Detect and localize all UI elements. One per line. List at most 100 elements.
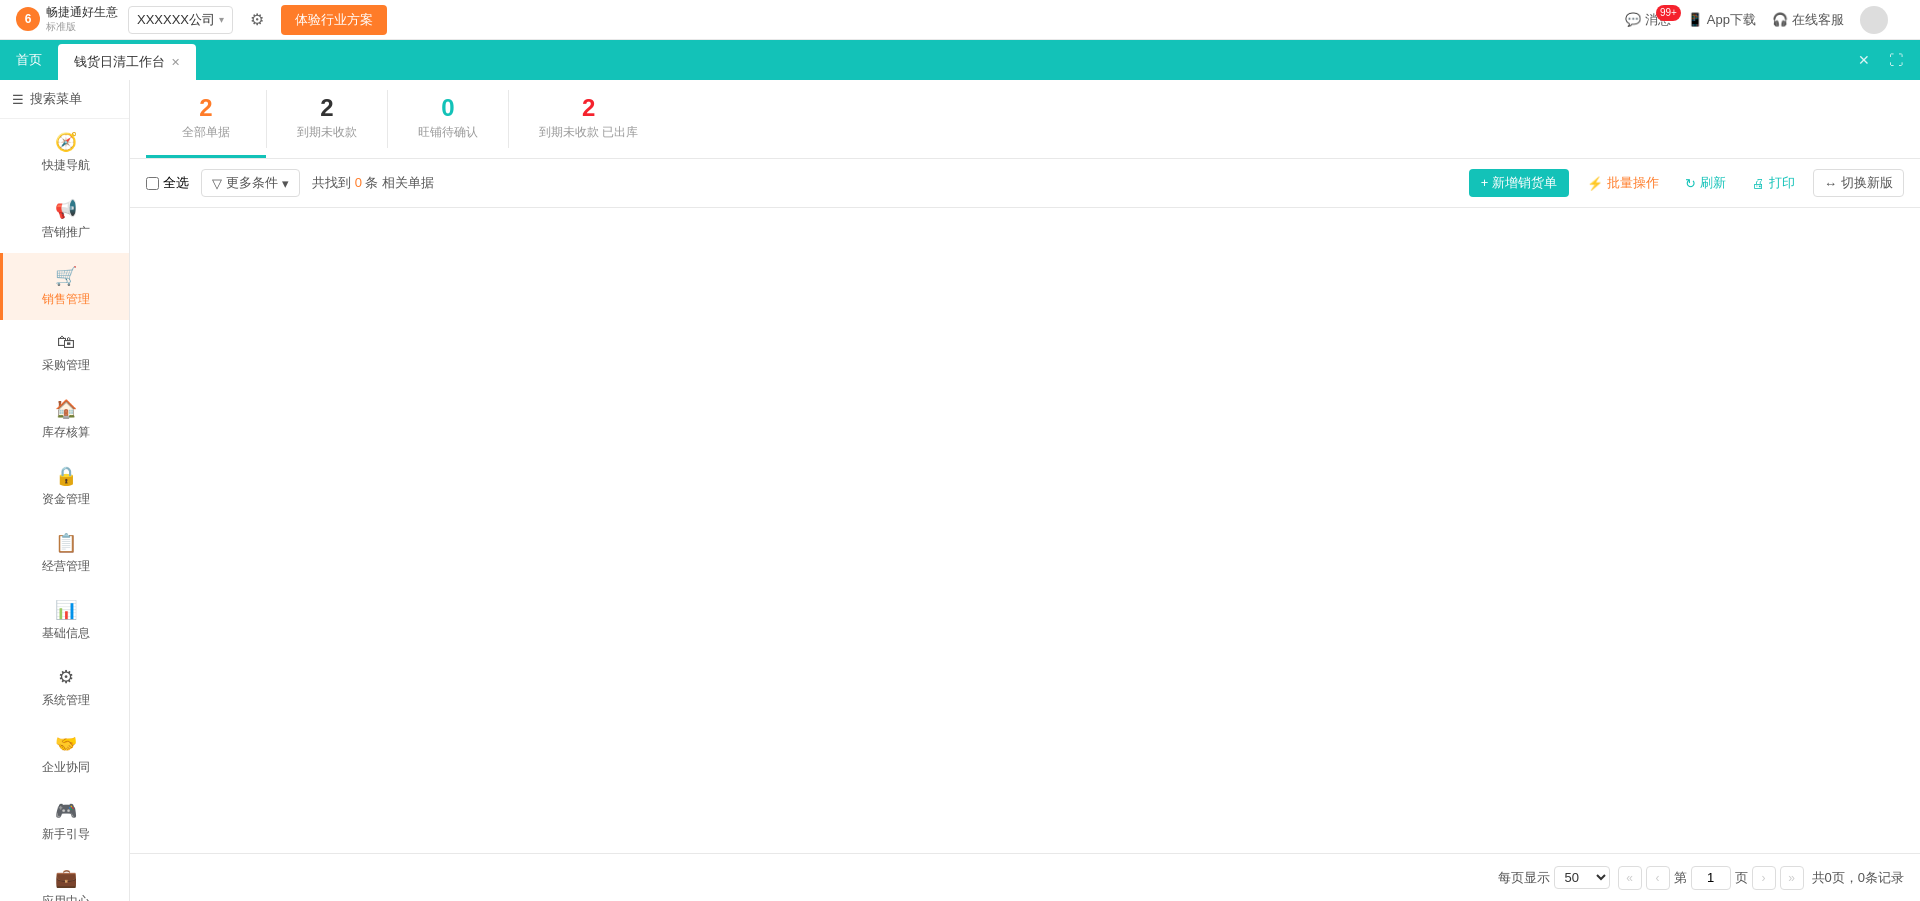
fullscreen-action[interactable]: ⛶ [1884, 48, 1908, 72]
message-btn[interactable]: 💬 消息 99+ [1625, 11, 1671, 29]
per-page-select[interactable]: 50 100 200 [1554, 866, 1610, 889]
top-bar: 6 畅捷通好生意 标准版 XXXXXX公司 ▾ ⚙ 体验行业方案 💬 消息 99… [0, 0, 1920, 40]
basic-info-icon: 📊 [55, 599, 77, 621]
overdue-label: 到期未收款 [297, 124, 357, 141]
operations-icon: 📋 [55, 532, 77, 554]
batch-ops-btn[interactable]: ⚡ 批量操作 [1579, 170, 1667, 196]
sales-label: 销售管理 [42, 291, 90, 308]
logo-text: 畅捷通好生意 [46, 5, 118, 19]
logo-sub: 标准版 [46, 20, 118, 34]
settings-button[interactable]: ⚙ [243, 6, 271, 34]
quick-nav-icon: 🧭 [55, 131, 77, 153]
sidebar-item-purchase[interactable]: 🛍 采购管理 [0, 320, 129, 386]
found-prefix: 共找到 [312, 175, 351, 190]
sidebar-item-marketing[interactable]: 📢 营销推广 [0, 186, 129, 253]
operations-label: 经营管理 [42, 558, 90, 575]
per-page-label: 每页显示 [1498, 869, 1550, 887]
refresh-label: 刷新 [1700, 174, 1726, 192]
home-tab-label: 首页 [16, 51, 42, 69]
page-input[interactable] [1691, 866, 1731, 890]
sidebar-item-basic-info[interactable]: 📊 基础信息 [0, 587, 129, 654]
company-name: XXXXXX公司 [137, 11, 215, 29]
sidebar-item-capital[interactable]: 🔒 资金管理 [0, 453, 129, 520]
refresh-btn[interactable]: ↻ 刷新 [1677, 170, 1734, 196]
all-count: 2 [199, 94, 212, 122]
new-sales-btn[interactable]: + 新增销货单 [1469, 169, 1569, 197]
search-menu-label: 搜索菜单 [30, 90, 82, 108]
summary-card-undelivered[interactable]: 2 到期未收款 已出库 [509, 80, 668, 158]
sales-icon: 🛒 [55, 265, 77, 287]
top-bar-left: 6 畅捷通好生意 标准版 XXXXXX公司 ▾ ⚙ 体验行业方案 [16, 5, 387, 35]
sidebar-item-quick-nav[interactable]: 🧭 快捷导航 [0, 119, 129, 186]
company-selector[interactable]: XXXXXX公司 ▾ [128, 6, 233, 34]
sidebar-item-enterprise-coop[interactable]: 🤝 企业协同 [0, 721, 129, 788]
undelivered-count: 2 [582, 94, 595, 122]
switch-version-btn[interactable]: ↔ 切换新版 [1813, 169, 1904, 197]
toolbar-right: + 新增销货单 ⚡ 批量操作 ↻ 刷新 🖨 打印 ↔ 切换新版 [1469, 169, 1904, 197]
inventory-label: 库存核算 [42, 424, 90, 441]
last-page-btn[interactable]: » [1780, 866, 1804, 890]
avatar[interactable] [1860, 6, 1888, 34]
search-icon: ☰ [12, 92, 24, 107]
found-suffix: 条 相关单据 [365, 175, 434, 190]
select-all-checkbox[interactable]: 全选 [146, 174, 189, 192]
system-label: 系统管理 [42, 692, 90, 709]
app-center-icon: 💼 [55, 867, 77, 889]
tab-bar-actions: ✕ ⛶ [1852, 48, 1920, 72]
tab-workbench[interactable]: 钱货日清工作台 ✕ [58, 44, 196, 80]
capital-label: 资金管理 [42, 491, 90, 508]
service-icon: 🎧 [1772, 12, 1788, 27]
online-service-btn[interactable]: 🎧 在线客服 [1772, 11, 1844, 29]
more-filters-btn[interactable]: ▽ 更多条件 ▾ [201, 169, 300, 197]
select-all-input[interactable] [146, 177, 159, 190]
sidebar-item-app-center[interactable]: 💼 应用中心 [0, 855, 129, 901]
page-label2: 页 [1735, 869, 1748, 887]
page-label: 第 [1674, 869, 1687, 887]
guide-icon: 🎮 [55, 800, 77, 822]
purchase-label: 采购管理 [42, 357, 90, 374]
search-menu-btn[interactable]: ☰ 搜索菜单 [0, 80, 129, 119]
trial-btn[interactable]: 体验行业方案 [281, 5, 387, 35]
app-download-label: App下载 [1707, 11, 1756, 29]
page-size-select: 每页显示 50 100 200 [1498, 866, 1610, 889]
guide-label: 新手引导 [42, 826, 90, 843]
main-layout: ☰ 搜索菜单 🧭 快捷导航 📢 营销推广 🛒 销售管理 🛍 采购管理 🏠 库存核… [0, 80, 1920, 901]
summary-card-all[interactable]: 2 全部单据 [146, 80, 266, 158]
total-info: 共0页，0条记录 [1812, 869, 1904, 887]
logo-area: 6 畅捷通好生意 标准版 [16, 5, 118, 33]
prev-page-btn[interactable]: ‹ [1646, 866, 1670, 890]
marketing-icon: 📢 [55, 198, 77, 220]
print-btn[interactable]: 🖨 打印 [1744, 170, 1803, 196]
marketing-label: 营销推广 [42, 224, 90, 241]
gear-icon: ⚙ [250, 10, 264, 29]
chevron-down-icon: ▾ [219, 14, 224, 25]
summary-cards: 2 全部单据 2 到期未收款 0 旺铺待确认 2 到期未收款 已出库 [130, 80, 1920, 159]
overdue-count: 2 [320, 94, 333, 122]
summary-card-wangpu[interactable]: 0 旺铺待确认 [388, 80, 508, 158]
sidebar-item-operations[interactable]: 📋 经营管理 [0, 520, 129, 587]
page-nav: « ‹ 第 页 › » [1618, 866, 1804, 890]
system-icon: ⚙ [58, 666, 74, 688]
tab-close-icon[interactable]: ✕ [171, 56, 180, 69]
summary-card-overdue[interactable]: 2 到期未收款 [267, 80, 387, 158]
first-page-btn[interactable]: « [1618, 866, 1642, 890]
capital-icon: 🔒 [55, 465, 77, 487]
download-icon: 📱 [1687, 12, 1703, 27]
message-icon: 💬 [1625, 12, 1641, 27]
app-center-label: 应用中心 [42, 893, 90, 901]
enterprise-coop-label: 企业协同 [42, 759, 90, 776]
sidebar-item-inventory[interactable]: 🏠 库存核算 [0, 386, 129, 453]
sidebar-item-guide[interactable]: 🎮 新手引导 [0, 788, 129, 855]
content-area: 2 全部单据 2 到期未收款 0 旺铺待确认 2 到期未收款 已出库 [130, 80, 1920, 901]
sidebar-item-system[interactable]: ⚙ 系统管理 [0, 654, 129, 721]
next-page-btn[interactable]: › [1752, 866, 1776, 890]
tab-home[interactable]: 首页 [0, 40, 58, 80]
sidebar-item-sales[interactable]: 🛒 销售管理 [0, 253, 129, 320]
quick-nav-label: 快捷导航 [42, 157, 90, 174]
refresh-icon: ↻ [1685, 176, 1696, 191]
app-download-btn[interactable]: 📱 App下载 [1687, 11, 1756, 29]
wangpu-count: 0 [441, 94, 454, 122]
close-tab-action[interactable]: ✕ [1852, 48, 1876, 72]
tab-bar: 首页 钱货日清工作台 ✕ ✕ ⛶ [0, 40, 1920, 80]
top-bar-right: 💬 消息 99+ 📱 App下载 🎧 在线客服 [1625, 6, 1904, 34]
